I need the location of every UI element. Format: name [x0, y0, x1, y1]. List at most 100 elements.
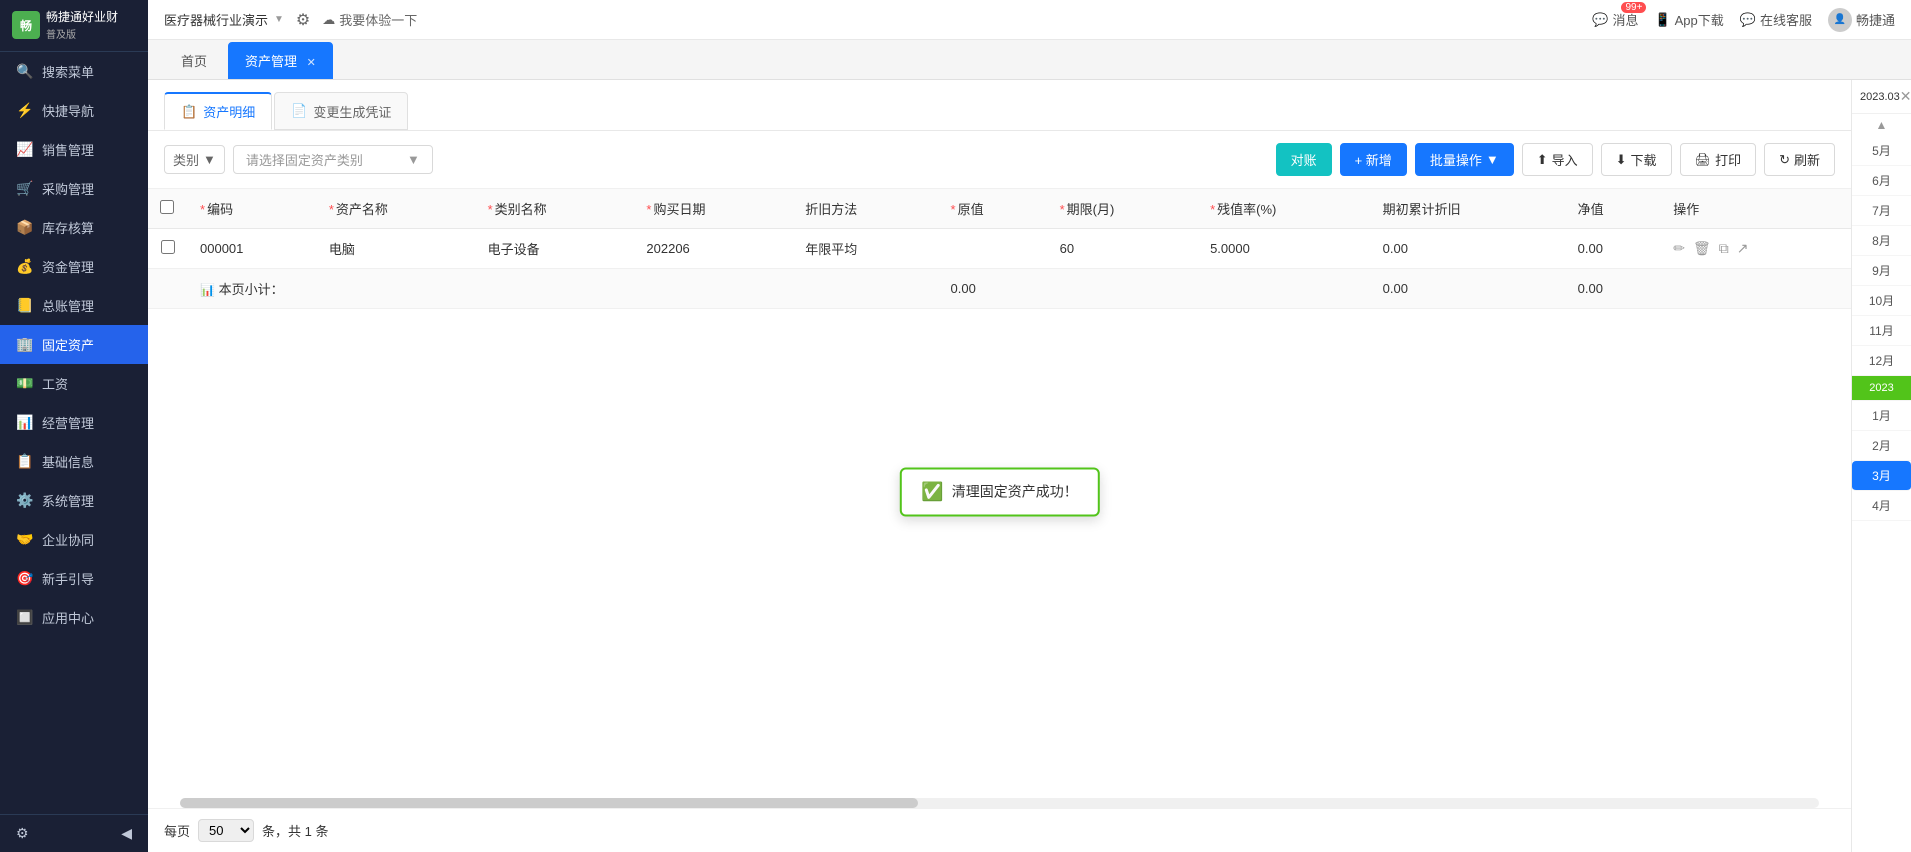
topbar-settings-icon[interactable]: ⚙	[296, 10, 310, 30]
sidebar-item-工资[interactable]: 💵工资	[0, 364, 148, 403]
sidebar-item-资金管理[interactable]: 💰 资金管理	[0, 247, 148, 286]
sidebar-item-快捷导航[interactable]: ⚡快捷导航	[0, 91, 148, 130]
cell-depreciation-method: 年限平均	[793, 229, 938, 269]
col-name: *资产名称	[317, 189, 476, 229]
print-button[interactable]: 🖨 打印	[1680, 143, 1757, 176]
tab-close-icon[interactable]: ✕	[307, 57, 316, 69]
month-item-3[interactable]: 8月	[1852, 226, 1911, 256]
month-item-9[interactable]: 1月	[1852, 401, 1911, 431]
sidebar-icon-4: 📦	[16, 218, 34, 236]
topbar: 医疗器械行业演示 ▼ ⚙ ☁ 我要体验一下 💬 消息 99+ 📱 App下载 💬…	[148, 0, 1911, 40]
app-name: 畅捷通好业财	[46, 10, 118, 26]
download-button[interactable]: ⬇ 下载	[1601, 143, 1672, 176]
col-net-value: 净值	[1566, 189, 1662, 229]
subtab-change-voucher[interactable]: 📄 变更生成凭证	[274, 92, 408, 130]
row-actions: ✏ 🗑 ⧉ ↗	[1673, 240, 1839, 257]
month-item-8[interactable]: 2023	[1852, 376, 1911, 401]
import-button[interactable]: ⬆ 导入	[1522, 143, 1593, 176]
sidebar-icon-1: ⚡	[16, 101, 34, 119]
month-item-6[interactable]: 11月	[1852, 316, 1911, 346]
settings-icon[interactable]: ⚙	[16, 825, 29, 842]
collapse-icon[interactable]: ◀	[121, 825, 132, 842]
month-item-11[interactable]: 3月	[1852, 461, 1911, 491]
col-code: *编码	[188, 189, 317, 229]
subtotal-initial: 0.00	[1371, 269, 1566, 309]
subtab-voucher-label: 变更生成凭证	[313, 102, 391, 121]
sidebar-item-经营管理[interactable]: 📊经营管理	[0, 403, 148, 442]
tab-asset-label: 资产管理	[245, 54, 297, 69]
tab-asset-management[interactable]: 资产管理 ✕	[228, 42, 333, 79]
avatar: 👤	[1828, 8, 1852, 32]
sidebar-icon-10: 📋	[16, 452, 34, 470]
subtab-voucher-icon: 📄	[291, 103, 307, 119]
sidebar-item-基础信息[interactable]: 📋基础信息	[0, 442, 148, 481]
experience-button[interactable]: ☁ 我要体验一下	[322, 10, 417, 29]
sidebar-item-企业协同[interactable]: 🤝企业协同	[0, 520, 148, 559]
category-input[interactable]: 请选择固定资产类别 ▼	[233, 145, 433, 174]
refresh-button[interactable]: ↻ 刷新	[1764, 143, 1835, 176]
user-menu[interactable]: 👤 畅捷通	[1828, 8, 1895, 32]
month-item-7[interactable]: 12月	[1852, 346, 1911, 376]
sidebar-label-5: 资金管理	[42, 257, 94, 276]
input-dropdown-icon: ▼	[407, 152, 420, 167]
edit-icon[interactable]: ✏	[1673, 240, 1685, 257]
category-dropdown-icon: ▼	[203, 152, 216, 167]
cell-initial-depreciation: 0.00	[1371, 229, 1566, 269]
content-area: 📋 资产明细 📄 变更生成凭证 类别 ▼ 请选择固定资产类别	[148, 80, 1911, 852]
table-scrollbar[interactable]	[180, 798, 1819, 808]
more-icon[interactable]: ↗	[1737, 240, 1749, 257]
month-item-0[interactable]: 5月	[1852, 136, 1911, 166]
sidebar-item-销售管理[interactable]: 📈销售管理	[0, 130, 148, 169]
reconcile-button[interactable]: 对账	[1276, 143, 1332, 176]
month-item-12[interactable]: 4月	[1852, 491, 1911, 521]
row-checkbox-cell	[148, 229, 188, 269]
row-checkbox[interactable]	[161, 240, 175, 254]
sidebar-item-固定资产[interactable]: 🏢固定资产	[0, 325, 148, 364]
sidebar-label-8: 工资	[42, 374, 68, 393]
sidebar-item-应用中心[interactable]: 🔲应用中心	[0, 598, 148, 637]
sidebar-icon-5: 💰	[16, 257, 34, 275]
copy-icon[interactable]: ⧉	[1719, 240, 1729, 257]
sidebar-label-12: 企业协同	[42, 530, 94, 549]
select-all-checkbox[interactable]	[160, 200, 174, 214]
new-button[interactable]: + 新增	[1340, 143, 1407, 176]
scroll-up[interactable]: ▲	[1852, 114, 1911, 136]
sidebar-item-搜索菜单[interactable]: 🔍搜索菜单	[0, 52, 148, 91]
sidebar-item-采购管理[interactable]: 🛒采购管理	[0, 169, 148, 208]
app-download-button[interactable]: 📱 App下载	[1654, 10, 1723, 29]
col-category: *类别名称	[476, 189, 635, 229]
month-item-4[interactable]: 9月	[1852, 256, 1911, 286]
service-icon: 💬	[1740, 12, 1756, 28]
sidebar-item-库存核算[interactable]: 📦 库存核算	[0, 208, 148, 247]
company-selector[interactable]: 医疗器械行业演示 ▼	[164, 10, 284, 29]
company-dropdown-icon: ▼	[274, 14, 284, 25]
subtab-asset-detail[interactable]: 📋 资产明细	[164, 92, 272, 130]
month-item-5[interactable]: 10月	[1852, 286, 1911, 316]
category-filter[interactable]: 类别 ▼	[164, 145, 225, 174]
batch-button[interactable]: 批量操作 ▼	[1415, 143, 1514, 176]
month-item-1[interactable]: 6月	[1852, 166, 1911, 196]
close-panel-icon[interactable]: ✕	[1900, 88, 1911, 105]
delete-icon[interactable]: 🗑	[1693, 240, 1711, 257]
sidebar-icon-11: ⚙️	[16, 491, 34, 509]
sidebar-item-总账管理[interactable]: 📒总账管理	[0, 286, 148, 325]
sidebar-item-系统管理[interactable]: ⚙️系统管理	[0, 481, 148, 520]
logo-icon: 畅	[12, 11, 40, 39]
subtotal-net: 0.00	[1566, 269, 1662, 309]
month-list: 5月6月7月8月9月10月11月12月20231月2月3月4月	[1852, 136, 1911, 521]
per-page-select[interactable]: 50 100	[198, 819, 254, 842]
month-item-10[interactable]: 2月	[1852, 431, 1911, 461]
experience-icon: ☁	[322, 12, 335, 28]
experience-label: 我要体验一下	[339, 10, 417, 29]
pagination: 每页 50 100 条，共 1 条	[148, 808, 1851, 852]
message-button[interactable]: 💬 消息 99+	[1592, 10, 1638, 29]
sidebar-label-4: 库存核算	[42, 218, 94, 237]
success-toast: ✅ 清理固定资产成功！	[899, 467, 1099, 516]
tab-home[interactable]: 首页	[164, 42, 224, 79]
online-service-button[interactable]: 💬 在线客服	[1740, 10, 1812, 29]
col-residual-rate: *残值率(%)	[1198, 189, 1371, 229]
month-item-2[interactable]: 7月	[1852, 196, 1911, 226]
scrollbar-thumb	[180, 798, 918, 808]
sidebar-item-新手引导[interactable]: 🎯新手引导	[0, 559, 148, 598]
topbar-right: 💬 消息 99+ 📱 App下载 💬 在线客服 👤 畅捷通	[1592, 8, 1895, 32]
